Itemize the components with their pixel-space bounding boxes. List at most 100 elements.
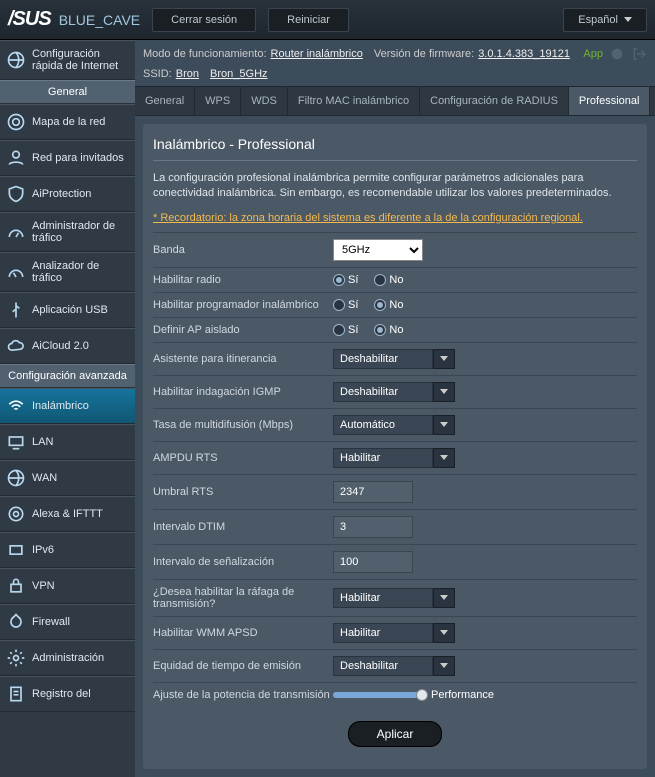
scheduler-label: Habilitar programador inalámbrico xyxy=(153,299,333,311)
isolated-no[interactable]: No xyxy=(374,324,403,336)
sidebar-item-administration[interactable]: Administración xyxy=(0,640,135,676)
sidebar-item-wireless[interactable]: Inalámbrico xyxy=(0,388,135,424)
slider-thumb[interactable] xyxy=(416,689,428,701)
lan-icon xyxy=(6,432,26,452)
timezone-reminder[interactable]: * Recordatorio: la zona horaria del sist… xyxy=(153,212,637,224)
opmode-value[interactable]: Router inalámbrico xyxy=(271,48,363,60)
enable-radio-yes[interactable]: Sí xyxy=(333,274,358,286)
sidebar-item-firewall[interactable]: Firewall xyxy=(0,604,135,640)
sidebar-item-ipv6[interactable]: IPv6 xyxy=(0,532,135,568)
dtim-input[interactable] xyxy=(333,516,413,538)
igmp-label: Habilitar indagación IGMP xyxy=(153,386,333,398)
scheduler-no[interactable]: No xyxy=(374,299,403,311)
reboot-button[interactable]: Reiniciar xyxy=(268,8,349,32)
log-icon xyxy=(6,684,26,704)
isolated-yes[interactable]: Sí xyxy=(333,324,358,336)
sidebar-item-label: AiProtection xyxy=(32,188,91,200)
opmode-label: Modo de funcionamiento: xyxy=(143,48,267,60)
language-label: Español xyxy=(578,14,618,26)
sidebar-item-alexa-ifttt[interactable]: Alexa & IFTTT xyxy=(0,496,135,532)
led-icon[interactable] xyxy=(609,46,625,62)
product-name: BLUE_CAVE xyxy=(59,12,140,28)
tab-wps[interactable]: WPS xyxy=(195,87,241,115)
ssid-bar: SSID: Bron Bron_5GHz xyxy=(135,68,655,86)
txburst-select[interactable]: Habilitar xyxy=(333,588,433,608)
tabs: General WPS WDS Filtro MAC inalámbrico C… xyxy=(135,86,655,116)
firewall-icon xyxy=(6,612,26,632)
sidebar-item-system-log[interactable]: Registro del xyxy=(0,676,135,712)
wmm-select[interactable]: Habilitar xyxy=(333,623,433,643)
band-select[interactable]: 5GHz xyxy=(333,239,423,261)
rts-input[interactable] xyxy=(333,481,413,503)
sidebar-item-vpn[interactable]: VPN xyxy=(0,568,135,604)
tab-mac-filter[interactable]: Filtro MAC inalámbrico xyxy=(288,87,420,115)
txpower-label: Ajuste de la potencia de transmisión xyxy=(153,689,333,701)
sidebar-item-label: Alexa & IFTTT xyxy=(32,508,103,520)
sidebar-item-wan[interactable]: WAN xyxy=(0,460,135,496)
shield-icon xyxy=(6,184,26,204)
sidebar-item-label: Red para invitados xyxy=(32,152,124,164)
sidebar-item-label: Administración xyxy=(32,652,104,664)
tab-wds[interactable]: WDS xyxy=(241,87,288,115)
logout-button[interactable]: Cerrar sesión xyxy=(152,8,256,32)
ampdu-label: AMPDU RTS xyxy=(153,452,333,464)
chevron-down-icon xyxy=(433,415,455,435)
sidebar: Configuración rápida de Internet General… xyxy=(0,40,135,777)
logout-icon[interactable] xyxy=(631,46,647,62)
top-bar: /SUS BLUE_CAVE Cerrar sesión Reiniciar E… xyxy=(0,0,655,40)
sidebar-item-label: Aplicación USB xyxy=(32,304,108,316)
txburst-label: ¿Desea habilitar la ráfaga de transmisió… xyxy=(153,586,333,610)
enable-radio-no[interactable]: No xyxy=(374,274,403,286)
alexa-icon xyxy=(6,504,26,524)
chart-icon xyxy=(6,262,26,282)
ampdu-select[interactable]: Habilitar xyxy=(333,448,433,468)
sidebar-header-advanced: Configuración avanzada xyxy=(0,364,135,388)
ssid-2[interactable]: Bron_5GHz xyxy=(210,68,267,80)
sidebar-item-aicloud[interactable]: AiCloud 2.0 xyxy=(0,328,135,364)
enable-radio-label: Habilitar radio xyxy=(153,274,333,286)
sidebar-item-network-map[interactable]: Mapa de la red xyxy=(0,104,135,140)
sidebar-item-traffic-analyzer[interactable]: Analizador de tráfico xyxy=(0,252,135,292)
apply-button[interactable]: Aplicar xyxy=(348,721,443,747)
tab-general[interactable]: General xyxy=(135,87,195,115)
sidebar-item-label: Firewall xyxy=(32,616,70,628)
ssid-label: SSID: xyxy=(143,68,172,80)
sidebar-item-traffic-manager[interactable]: Administrador de tráfico xyxy=(0,212,135,252)
txpower-slider[interactable] xyxy=(333,692,423,698)
tab-professional[interactable]: Professional xyxy=(569,87,651,115)
chevron-down-icon xyxy=(433,656,455,676)
guest-icon xyxy=(6,148,26,168)
ssid-1[interactable]: Bron xyxy=(176,68,199,80)
txpower-value: Performance xyxy=(431,689,494,701)
fw-value[interactable]: 3.0.1.4.383_19121 xyxy=(478,48,570,60)
sidebar-item-aiprotection[interactable]: AiProtection xyxy=(0,176,135,212)
sidebar-item-usb-app[interactable]: Aplicación USB xyxy=(0,292,135,328)
app-link[interactable]: App xyxy=(583,48,603,60)
sidebar-item-lan[interactable]: LAN xyxy=(0,424,135,460)
cloud-icon xyxy=(6,336,26,356)
sidebar-item-label: AiCloud 2.0 xyxy=(32,340,89,352)
tab-radius[interactable]: Configuración de RADIUS xyxy=(420,87,569,115)
roaming-select[interactable]: Deshabilitar xyxy=(333,349,433,369)
usb-icon xyxy=(6,300,26,320)
sidebar-item-label: WAN xyxy=(32,472,57,484)
airtime-label: Equidad de tiempo de emisión xyxy=(153,660,333,672)
airtime-select[interactable]: Deshabilitar xyxy=(333,656,433,676)
sidebar-item-label: Registro del xyxy=(32,688,91,700)
band-label: Banda xyxy=(153,244,333,256)
chevron-down-icon xyxy=(433,349,455,369)
sidebar-quick-internet[interactable]: Configuración rápida de Internet xyxy=(0,40,135,80)
beacon-input[interactable] xyxy=(333,551,413,573)
chevron-down-icon xyxy=(433,382,455,402)
sidebar-item-guest-network[interactable]: Red para invitados xyxy=(0,140,135,176)
dtim-label: Intervalo DTIM xyxy=(153,521,333,533)
chevron-down-icon xyxy=(433,623,455,643)
scheduler-yes[interactable]: Sí xyxy=(333,299,358,311)
chevron-down-icon xyxy=(624,17,632,22)
igmp-select[interactable]: Deshabilitar xyxy=(333,382,433,402)
language-button[interactable]: Español xyxy=(563,8,647,32)
panel-professional: Inalámbrico - Professional La configurac… xyxy=(143,124,647,769)
mcast-select[interactable]: Automático xyxy=(333,415,433,435)
sidebar-item-label: VPN xyxy=(32,580,55,592)
gear-icon xyxy=(6,648,26,668)
